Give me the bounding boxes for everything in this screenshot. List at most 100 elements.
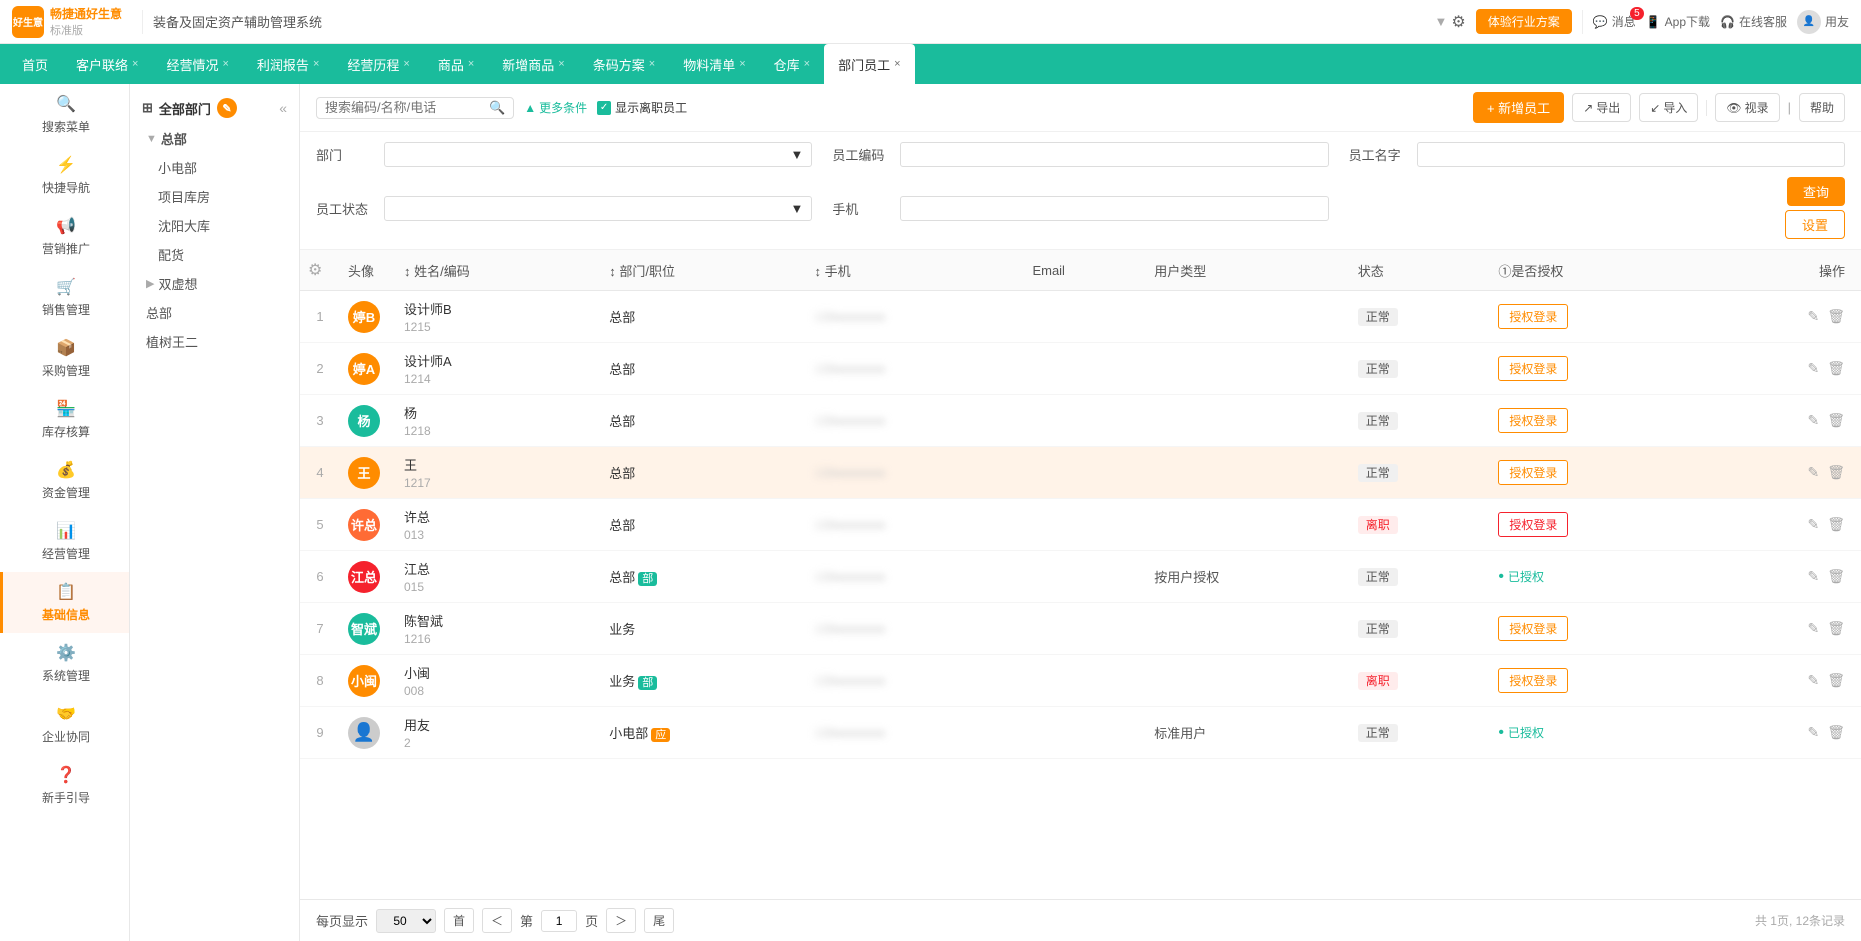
edit-btn[interactable]: ✎ xyxy=(1807,516,1819,533)
edit-btn[interactable]: ✎ xyxy=(1807,360,1819,377)
filter-phone-input[interactable] xyxy=(900,196,1328,221)
tree-collapse-btn[interactable]: « xyxy=(279,100,287,116)
dept-edit-icon[interactable]: ✎ xyxy=(217,98,237,118)
close-history-tab[interactable]: × xyxy=(403,58,409,70)
menu-item-system[interactable]: ⚙️ 系统管理 xyxy=(0,633,129,694)
nav-tab-profit[interactable]: 利润报告 × xyxy=(243,44,333,84)
auth-login-btn[interactable]: 授权登录 xyxy=(1498,460,1568,485)
menu-item-marketing[interactable]: 📢 营销推广 xyxy=(0,206,129,267)
close-operations-tab[interactable]: × xyxy=(222,58,228,70)
nav-tab-barcode[interactable]: 条码方案 × xyxy=(579,44,669,84)
next-page-btn[interactable]: ＞ xyxy=(606,908,636,933)
delete-btn[interactable]: 🗑 xyxy=(1827,568,1845,585)
auth-login-btn[interactable]: 授权登录 xyxy=(1498,304,1568,329)
dropdown-arrow[interactable]: ▼ xyxy=(1435,14,1448,29)
dept-child-peihuo[interactable]: 配货 xyxy=(130,240,299,269)
per-page-select[interactable]: 50 100 xyxy=(376,909,436,933)
delete-btn[interactable]: 🗑 xyxy=(1827,360,1845,377)
auth-login-btn[interactable]: 授权登录 xyxy=(1498,356,1568,381)
column-settings-icon[interactable]: ⚙ xyxy=(308,262,322,279)
auth-login-btn[interactable]: 授权登录 xyxy=(1498,512,1568,537)
delete-btn[interactable]: 🗑 xyxy=(1827,672,1845,689)
filter-status-select[interactable]: ▼ xyxy=(384,196,812,221)
dept-node-zhishu[interactable]: 植树王二 xyxy=(130,327,299,356)
edit-btn[interactable]: ✎ xyxy=(1807,568,1819,585)
close-goods-tab[interactable]: × xyxy=(468,58,474,70)
filter-emp-code-input[interactable] xyxy=(900,142,1328,167)
settings-icon[interactable]: ⚙ xyxy=(1451,12,1465,32)
auth-login-btn[interactable]: 授权登录 xyxy=(1498,616,1568,641)
auth-login-btn[interactable]: 授权登录 xyxy=(1498,668,1568,693)
dept-child-xiao[interactable]: 小电部 xyxy=(130,153,299,182)
edit-btn[interactable]: ✎ xyxy=(1807,412,1819,429)
edit-btn[interactable]: ✎ xyxy=(1807,620,1819,637)
query-btn[interactable]: 查询 xyxy=(1787,177,1845,206)
close-bom-tab[interactable]: × xyxy=(739,58,745,70)
menu-item-purchase[interactable]: 📦 采购管理 xyxy=(0,328,129,389)
nav-tab-home[interactable]: 首页 xyxy=(8,44,62,84)
search-input[interactable] xyxy=(325,100,485,115)
close-employees-tab[interactable]: × xyxy=(894,58,900,70)
menu-item-shortcut[interactable]: ⚡ 快捷导航 xyxy=(0,145,129,206)
nav-tab-add-goods[interactable]: 新增商品 × xyxy=(488,44,578,84)
nav-tab-history[interactable]: 经营历程 × xyxy=(333,44,423,84)
delete-btn[interactable]: 🗑 xyxy=(1827,464,1845,481)
filter-dept-select[interactable]: ▼ xyxy=(384,142,812,167)
edit-btn[interactable]: ✎ xyxy=(1807,672,1819,689)
menu-item-finance[interactable]: 💰 资金管理 xyxy=(0,450,129,511)
delete-btn[interactable]: 🗑 xyxy=(1827,516,1845,533)
auth-login-btn[interactable]: 授权登录 xyxy=(1498,408,1568,433)
close-add-goods-tab[interactable]: × xyxy=(558,58,564,70)
edit-btn[interactable]: ✎ xyxy=(1807,724,1819,741)
user-area[interactable]: 👤 用友 xyxy=(1797,10,1849,34)
menu-item-basic[interactable]: 📋 基础信息 xyxy=(0,572,129,633)
delete-btn[interactable]: 🗑 xyxy=(1827,308,1845,325)
edit-btn[interactable]: ✎ xyxy=(1807,308,1819,325)
dept-child-shenyang[interactable]: 沈阳大库 xyxy=(130,211,299,240)
nav-tab-goods[interactable]: 商品 × xyxy=(424,44,488,84)
nav-tab-operations[interactable]: 经营情况 × xyxy=(152,44,242,84)
menu-item-operations[interactable]: 📊 经营管理 xyxy=(0,511,129,572)
page-number-input[interactable] xyxy=(541,910,577,932)
trial-button[interactable]: 体验行业方案 xyxy=(1476,9,1572,34)
dept-node-shuangxu[interactable]: ▶ 双虚想 xyxy=(130,269,299,298)
dept-child-project[interactable]: 项目库房 xyxy=(130,182,299,211)
app-download-btn[interactable]: 📱 App下载 xyxy=(1646,13,1710,30)
op-buttons: ✎🗑 xyxy=(1714,360,1845,377)
show-resigned-checkbox[interactable]: ✓ xyxy=(597,101,611,115)
menu-item-search[interactable]: 🔍 搜索菜单 xyxy=(0,84,129,145)
menu-item-sales[interactable]: 🛒 销售管理 xyxy=(0,267,129,328)
export-btn[interactable]: ↗ 导出 xyxy=(1572,93,1631,122)
inventory-icon: 🏪 xyxy=(56,399,76,419)
last-page-btn[interactable]: 尾 xyxy=(644,908,674,933)
dept-node-zongbu[interactable]: 总部 xyxy=(130,298,299,327)
message-btn[interactable]: 💬 消息 5 xyxy=(1593,13,1636,30)
menu-item-guide[interactable]: ❓ 新手引导 xyxy=(0,755,129,816)
delete-btn[interactable]: 🗑 xyxy=(1827,412,1845,429)
view-btn[interactable]: 👁 视录 xyxy=(1715,93,1779,122)
prev-page-btn[interactable]: ＜ xyxy=(482,908,512,933)
online-service-btn[interactable]: 🎧 在线客服 xyxy=(1720,13,1787,30)
show-resigned-toggle[interactable]: ✓ 显示离职员工 xyxy=(597,99,687,116)
edit-btn[interactable]: ✎ xyxy=(1807,464,1819,481)
import-btn[interactable]: ↙ 导入 xyxy=(1639,93,1698,122)
delete-btn[interactable]: 🗑 xyxy=(1827,620,1845,637)
more-filter-btn[interactable]: ▲ 更多条件 xyxy=(524,99,587,116)
menu-item-inventory[interactable]: 🏪 库存核算 xyxy=(0,389,129,450)
filter-emp-name-input[interactable] xyxy=(1417,142,1845,167)
first-page-btn[interactable]: 首 xyxy=(444,908,474,933)
close-profit-tab[interactable]: × xyxy=(313,58,319,70)
close-customer-tab[interactable]: × xyxy=(132,58,138,70)
nav-tab-employees[interactable]: 部门员工 × xyxy=(824,44,914,84)
close-barcode-tab[interactable]: × xyxy=(649,58,655,70)
delete-btn[interactable]: 🗑 xyxy=(1827,724,1845,741)
dept-node-head[interactable]: ▼ 总部 xyxy=(130,124,299,153)
add-employee-btn[interactable]: + 新增员工 xyxy=(1473,92,1564,123)
nav-tab-warehouse[interactable]: 仓库 × xyxy=(760,44,824,84)
menu-item-collab[interactable]: 🤝 企业协同 xyxy=(0,694,129,755)
nav-tab-customer[interactable]: 客户联络 × xyxy=(62,44,152,84)
close-warehouse-tab[interactable]: × xyxy=(804,58,810,70)
help-btn[interactable]: 帮助 xyxy=(1799,93,1845,122)
set-btn[interactable]: 设置 xyxy=(1785,210,1845,239)
nav-tab-bom[interactable]: 物料清单 × xyxy=(669,44,759,84)
